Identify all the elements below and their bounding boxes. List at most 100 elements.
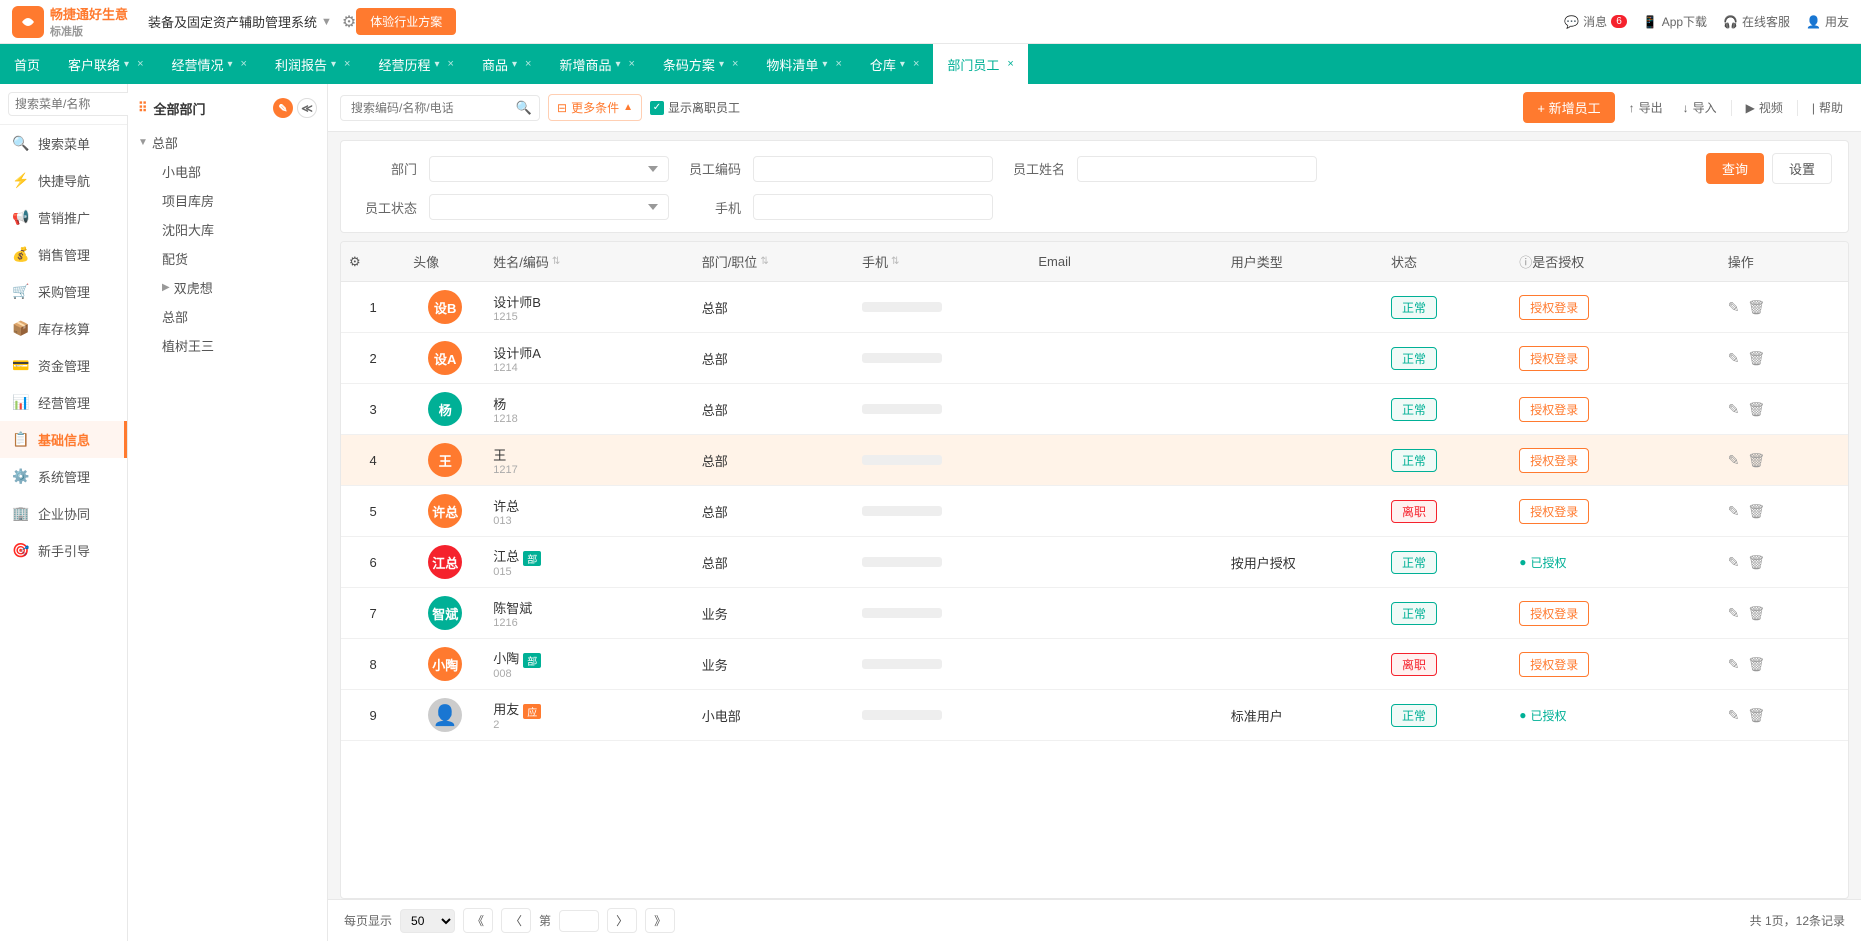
online-service-btn[interactable]: 🎧 在线客服 [1723, 13, 1790, 30]
delete-icon[interactable]: 🗑 [1747, 401, 1765, 418]
dept-node-xdept[interactable]: 小电部 [148, 157, 327, 186]
delete-icon[interactable]: 🗑 [1747, 452, 1765, 469]
dept-node-general[interactable]: ▼ 总部 [128, 128, 327, 157]
query-btn[interactable]: 查询 [1706, 153, 1764, 184]
first-page-btn[interactable]: 《 [463, 908, 493, 933]
delete-icon[interactable]: 🗑 [1747, 299, 1765, 316]
sidebar-item-basics[interactable]: 📋 基础信息 [0, 421, 127, 458]
search-submit-icon[interactable]: 🔍 [516, 100, 532, 116]
auth-login-btn[interactable]: 授权登录 [1519, 499, 1589, 524]
tab-close-icon[interactable]: × [732, 58, 738, 70]
delete-icon[interactable]: 🗑 [1747, 350, 1765, 367]
auth-login-btn[interactable]: 授权登录 [1519, 601, 1589, 626]
view-btn[interactable]: ▶ 视频 [1740, 95, 1789, 120]
sidebar-item-enterprise[interactable]: 🏢 企业协同 [0, 495, 127, 532]
edit-icon[interactable]: ✎ [1728, 656, 1740, 673]
edit-icon[interactable]: ✎ [1728, 401, 1740, 418]
tab-close-icon[interactable]: × [835, 58, 841, 70]
auth-login-btn[interactable]: 授权登录 [1519, 397, 1589, 422]
page-num-input[interactable]: 1 [559, 910, 599, 932]
tab-close-icon[interactable]: × [628, 58, 634, 70]
col-header-phone[interactable]: 手机 ⇅ [854, 242, 1030, 282]
dept-node-sy[interactable]: 沈阳大库 [148, 215, 327, 244]
show-resigned-checkbox[interactable]: ✓ 显示离职员工 [650, 99, 740, 116]
help-btn[interactable]: | 帮助 [1806, 95, 1849, 120]
nav-tab-barcode[interactable]: 条码方案 ▾ × [649, 44, 752, 84]
nav-tab-warehouse[interactable]: 仓库 ▾ × [856, 44, 933, 84]
col-header-name[interactable]: 姓名/编码 ⇅ [485, 242, 693, 282]
edit-icon[interactable]: ✎ [1728, 299, 1740, 316]
sort-name-btn[interactable]: 姓名/编码 ⇅ [493, 252, 685, 271]
prev-page-btn[interactable]: 〈 [501, 908, 531, 933]
dept-select[interactable] [429, 156, 669, 182]
nav-tab-profit[interactable]: 利润报告 ▾ × [261, 44, 364, 84]
edit-icon[interactable]: ✎ [1728, 554, 1740, 571]
nav-tab-home[interactable]: 首页 [0, 44, 54, 84]
col-settings-icon[interactable]: ⚙ [341, 242, 405, 282]
sidebar-item-purchase[interactable]: 🛒 采购管理 [0, 273, 127, 310]
auth-login-btn[interactable]: 授权登录 [1519, 652, 1589, 677]
tab-close-icon[interactable]: × [525, 58, 531, 70]
tab-close-active-icon[interactable]: × [1007, 58, 1013, 70]
page-size-select[interactable]: 50 100 [400, 909, 455, 933]
tab-close-icon[interactable]: × [344, 58, 350, 70]
emp-code-input[interactable] [753, 156, 993, 182]
delete-icon[interactable]: 🗑 [1747, 554, 1765, 571]
auth-login-btn[interactable]: 授权登录 [1519, 295, 1589, 320]
delete-icon[interactable]: 🗑 [1747, 707, 1765, 724]
message-btn[interactable]: 💬 消息 6 [1564, 13, 1627, 30]
more-filter-btn[interactable]: ⊟ 更多条件 ▲ [548, 94, 642, 121]
filter-settings-btn[interactable]: 设置 [1772, 153, 1832, 184]
edit-icon[interactable]: ✎ [1728, 707, 1740, 724]
delete-icon[interactable]: 🗑 [1747, 605, 1765, 622]
next-page-btn[interactable]: 〉 [607, 908, 637, 933]
trial-button[interactable]: 体验行业方案 [356, 8, 456, 35]
nav-tab-operation[interactable]: 经营情况 ▾ × [158, 44, 261, 84]
sidebar-item-system[interactable]: ⚙️ 系统管理 [0, 458, 127, 495]
emp-status-select[interactable] [429, 194, 669, 220]
dept-node-zhishu[interactable]: 植树王三 [148, 331, 327, 360]
tab-close-icon[interactable]: × [448, 58, 454, 70]
auth-login-btn[interactable]: 授权登录 [1519, 346, 1589, 371]
phone-input[interactable] [753, 194, 993, 220]
dept-collapse-btn[interactable]: ≪ [297, 98, 317, 118]
import-btn[interactable]: ↓ 导入 [1677, 95, 1723, 120]
sidebar-item-guide[interactable]: 🎯 新手引导 [0, 532, 127, 569]
edit-icon[interactable]: ✎ [1728, 350, 1740, 367]
edit-icon[interactable]: ✎ [1728, 452, 1740, 469]
emp-name-input[interactable] [1077, 156, 1317, 182]
tab-close-icon[interactable]: × [137, 58, 143, 70]
dept-node-peiho[interactable]: 配货 [148, 244, 327, 273]
delete-icon[interactable]: 🗑 [1747, 656, 1765, 673]
last-page-btn[interactable]: 》 [645, 908, 675, 933]
auth-login-btn[interactable]: 授权登录 [1519, 448, 1589, 473]
dept-node-hq[interactable]: 总部 [148, 302, 327, 331]
sort-dept-btn[interactable]: 部门/职位 ⇅ [702, 252, 846, 271]
add-employee-btn[interactable]: + 新增员工 [1523, 92, 1614, 123]
tab-close-icon[interactable]: × [913, 58, 919, 70]
edit-icon[interactable]: ✎ [1728, 605, 1740, 622]
nav-tab-history[interactable]: 经营历程 ▾ × [364, 44, 467, 84]
sidebar-item-search[interactable]: 🔍 搜索菜单 [0, 125, 127, 162]
sidebar-item-sales[interactable]: 💰 销售管理 [0, 236, 127, 273]
dept-node-proj[interactable]: 项目库房 [148, 186, 327, 215]
dept-node-shuanghu[interactable]: ▶ 双虎想 [148, 273, 327, 302]
tab-close-icon[interactable]: × [241, 58, 247, 70]
sidebar-item-finance[interactable]: 💳 资金管理 [0, 347, 127, 384]
sidebar-item-marketing[interactable]: 📢 营销推广 [0, 199, 127, 236]
nav-tab-dept-employee[interactable]: 部门员工 × [933, 44, 1027, 84]
dept-edit-btn[interactable]: ✎ [273, 98, 293, 118]
sort-phone-btn[interactable]: 手机 ⇅ [862, 252, 1022, 271]
nav-tab-new-goods[interactable]: 新增商品 ▾ × [545, 44, 648, 84]
user-avatar-area[interactable]: 👤 用友 [1806, 13, 1849, 30]
system-dropdown-icon[interactable]: ▼ [321, 16, 332, 28]
nav-tab-customer[interactable]: 客户联络 ▾ × [54, 44, 157, 84]
export-btn[interactable]: ↑ 导出 [1623, 95, 1669, 120]
delete-icon[interactable]: 🗑 [1747, 503, 1765, 520]
col-header-dept[interactable]: 部门/职位 ⇅ [694, 242, 854, 282]
sidebar-item-operations[interactable]: 📊 经营管理 [0, 384, 127, 421]
edit-icon[interactable]: ✎ [1728, 503, 1740, 520]
settings-gear-icon[interactable]: ⚙ [342, 12, 356, 32]
app-download-btn[interactable]: 📱 App下载 [1643, 13, 1707, 30]
nav-tab-bom[interactable]: 物料清单 ▾ × [752, 44, 855, 84]
